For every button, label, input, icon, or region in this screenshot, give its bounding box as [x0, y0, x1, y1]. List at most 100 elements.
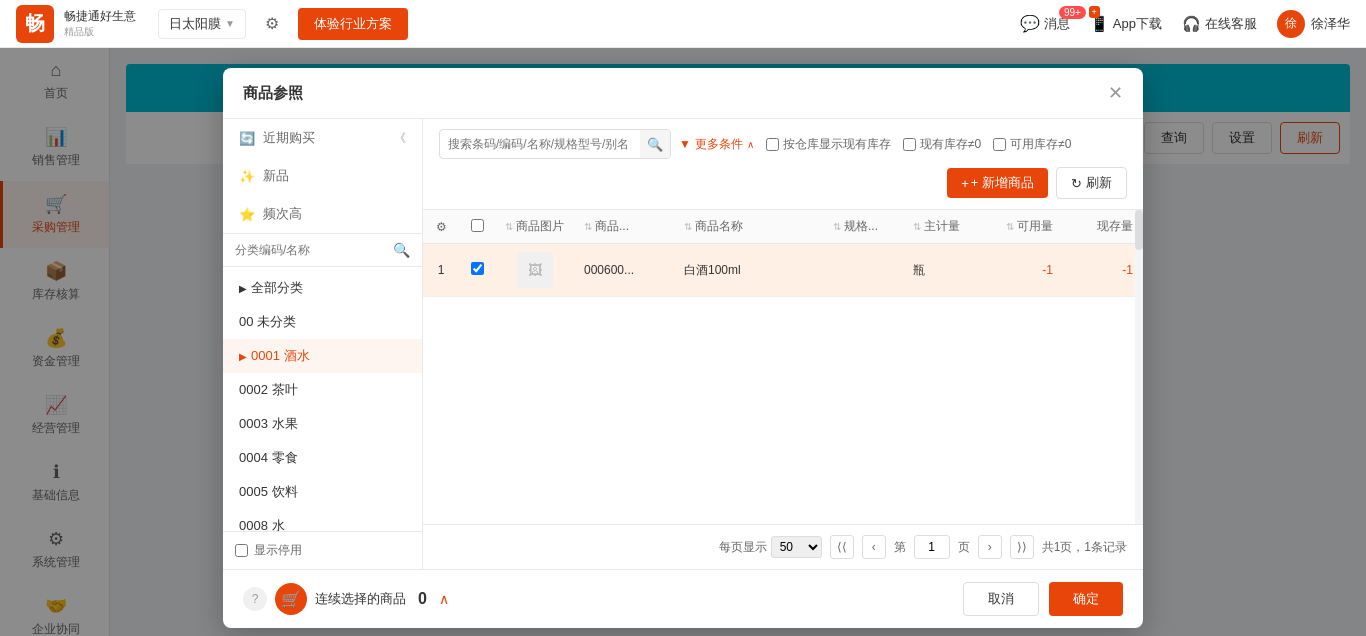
gear-button[interactable]: ⚙: [256, 8, 288, 40]
row-spec: [823, 244, 903, 297]
row-available: -1: [973, 244, 1063, 297]
sort-avail-icon: ⇅: [1006, 221, 1014, 232]
category-snack[interactable]: 0004 零食: [223, 441, 422, 475]
row-num: 1: [423, 244, 459, 297]
category-drink[interactable]: 0005 饮料: [223, 475, 422, 509]
dialog-header: 商品参照 ✕: [223, 68, 1143, 119]
brand: 畅捷通好生意 精品版: [64, 9, 136, 38]
username: 徐泽华: [1311, 15, 1350, 33]
stock-nonzero-checkbox[interactable]: 现有库存≠0: [903, 136, 981, 153]
filter-icon: ▼: [679, 137, 691, 151]
dialog-footer: ? 🛒 连续选择的商品 0 ∧ 取消 确定: [223, 569, 1143, 628]
category-water[interactable]: 0008 水: [223, 509, 422, 531]
category-tea[interactable]: 0002 茶叶: [223, 373, 422, 407]
sort-icon: ⇅: [505, 221, 513, 232]
help-button[interactable]: ?: [243, 587, 267, 611]
product-image-placeholder: 🖼: [517, 252, 553, 288]
col-image-header: ⇅商品图片: [495, 210, 574, 244]
tab-frequent[interactable]: ⭐ 频次高: [223, 195, 422, 233]
next-page-btn[interactable]: ›: [978, 535, 1002, 559]
table-row[interactable]: 1 🖼 000600... 白酒100ml: [423, 244, 1143, 297]
dialog: 商品参照 ✕ 🔄 近期购买 《 ✨: [223, 68, 1143, 628]
app-download[interactable]: 📱 App下载: [1090, 15, 1162, 33]
badge-plus: +: [1089, 6, 1100, 18]
confirm-button[interactable]: 确定: [1049, 582, 1123, 616]
customer-service[interactable]: 🎧 在线客服: [1182, 15, 1257, 33]
filter-arrow-icon: ∧: [747, 139, 754, 150]
tab-recent[interactable]: 🔄 近期购买 《: [223, 119, 422, 157]
refresh-icon: ↻: [1071, 176, 1082, 191]
category-all[interactable]: ▶ 全部分类: [223, 271, 422, 305]
show-disabled-checkbox[interactable]: [235, 544, 248, 557]
cart-icon-button[interactable]: 🛒: [275, 583, 307, 615]
company-selector[interactable]: 日太阳膜 ▼: [158, 9, 246, 39]
topbar: 畅 畅捷通好生意 精品版 日太阳膜 ▼ ⚙ 体验行业方案 💬 消息 99+ + …: [0, 0, 1366, 48]
dialog-body: 🔄 近期购买 《 ✨ 新品 ⭐ 频次高: [223, 119, 1143, 569]
page-size-select[interactable]: 50 100 200: [771, 536, 822, 558]
col-settings[interactable]: ⚙: [423, 210, 459, 244]
row-checkbox[interactable]: [459, 244, 495, 297]
sort-spec-icon: ⇅: [833, 221, 841, 232]
user-area[interactable]: 徐 徐泽华: [1277, 10, 1350, 38]
page-number-input[interactable]: [914, 535, 950, 559]
more-filter-button[interactable]: ▼ 更多条件 ∧: [679, 136, 754, 153]
continuous-label: 连续选择的商品: [315, 590, 406, 608]
select-all-checkbox[interactable]: [471, 219, 484, 232]
available-nonzero-checkbox[interactable]: 可用库存≠0: [993, 136, 1071, 153]
tab-new[interactable]: ✨ 新品: [223, 157, 422, 195]
all-arrow-icon: ▶: [239, 283, 247, 294]
total-info: 共1页，1条记录: [1042, 539, 1127, 556]
cancel-button[interactable]: 取消: [963, 582, 1039, 616]
warehouse-display-checkbox[interactable]: 按仓库显示现有库存: [766, 136, 891, 153]
row-unit: 瓶: [903, 244, 973, 297]
app-label: App下载: [1113, 15, 1162, 33]
recent-icon: 🔄: [239, 131, 255, 146]
category-unclassified[interactable]: 00 未分类: [223, 305, 422, 339]
page-size-selector: 每页显示 50 100 200: [719, 536, 822, 558]
table-area: ⚙ ⇅商品图片 ⇅商品...: [423, 210, 1143, 524]
dialog-close-button[interactable]: ✕: [1108, 82, 1123, 104]
search-icon[interactable]: 🔍: [393, 242, 410, 258]
message-item[interactable]: 💬 消息 99+ +: [1020, 14, 1070, 33]
next-page-icon: ›: [988, 540, 992, 554]
message-icon: 💬: [1020, 14, 1040, 33]
row-name: 白酒100ml: [674, 244, 823, 297]
active-arrow-icon: ▶: [239, 351, 247, 362]
scrollbar-area: [1135, 210, 1143, 524]
search-box: 🔍: [439, 129, 671, 159]
prev-page-btn[interactable]: ‹: [862, 535, 886, 559]
col-name-header: ⇅商品名称: [674, 210, 823, 244]
service-icon: 🎧: [1182, 15, 1201, 33]
product-search-input[interactable]: [440, 137, 640, 151]
add-product-button[interactable]: + + 新增商品: [947, 168, 1048, 198]
last-page-icon: ⟩⟩: [1017, 540, 1027, 554]
shopping-cart-icon: 🛒: [281, 590, 301, 609]
service-label: 在线客服: [1205, 15, 1257, 33]
last-page-btn[interactable]: ⟩⟩: [1010, 535, 1034, 559]
dialog-overlay: 商品参照 ✕ 🔄 近期购买 《 ✨: [0, 48, 1366, 636]
search-button[interactable]: 🔍: [640, 129, 670, 159]
collapse-left-btn[interactable]: 《: [394, 130, 406, 147]
category-fruit[interactable]: 0003 水果: [223, 407, 422, 441]
trial-button[interactable]: 体验行业方案: [298, 8, 408, 40]
help-icon: ?: [252, 592, 259, 606]
sort-code-icon: ⇅: [584, 221, 592, 232]
collapse-cart-button[interactable]: ∧: [439, 591, 449, 607]
col-code-header: ⇅商品...: [574, 210, 674, 244]
refresh-button[interactable]: ↻ 刷新: [1056, 167, 1127, 199]
sort-unit-icon: ⇅: [913, 221, 921, 232]
left-tabs: 🔄 近期购买 《 ✨ 新品 ⭐ 频次高: [223, 119, 422, 234]
col-checkbox-header[interactable]: [459, 210, 495, 244]
col-unit-header: ⇅主计量: [903, 210, 973, 244]
left-panel: 🔄 近期购买 《 ✨ 新品 ⭐ 频次高: [223, 119, 423, 569]
first-page-btn[interactable]: ⟨⟨: [830, 535, 854, 559]
category-search-input[interactable]: [235, 243, 387, 257]
col-stock-header: 现存量: [1063, 210, 1143, 244]
dialog-title: 商品参照: [243, 84, 303, 103]
logo: 畅: [16, 5, 54, 43]
company-name: 日太阳膜: [169, 15, 221, 33]
category-alcohol[interactable]: ▶ 0001 酒水: [223, 339, 422, 373]
right-toolbar: 🔍 ▼ 更多条件 ∧ 按仓库显示现有库存: [423, 119, 1143, 210]
settings-icon: ⚙: [436, 220, 447, 234]
scrollbar-thumb[interactable]: [1135, 210, 1143, 250]
